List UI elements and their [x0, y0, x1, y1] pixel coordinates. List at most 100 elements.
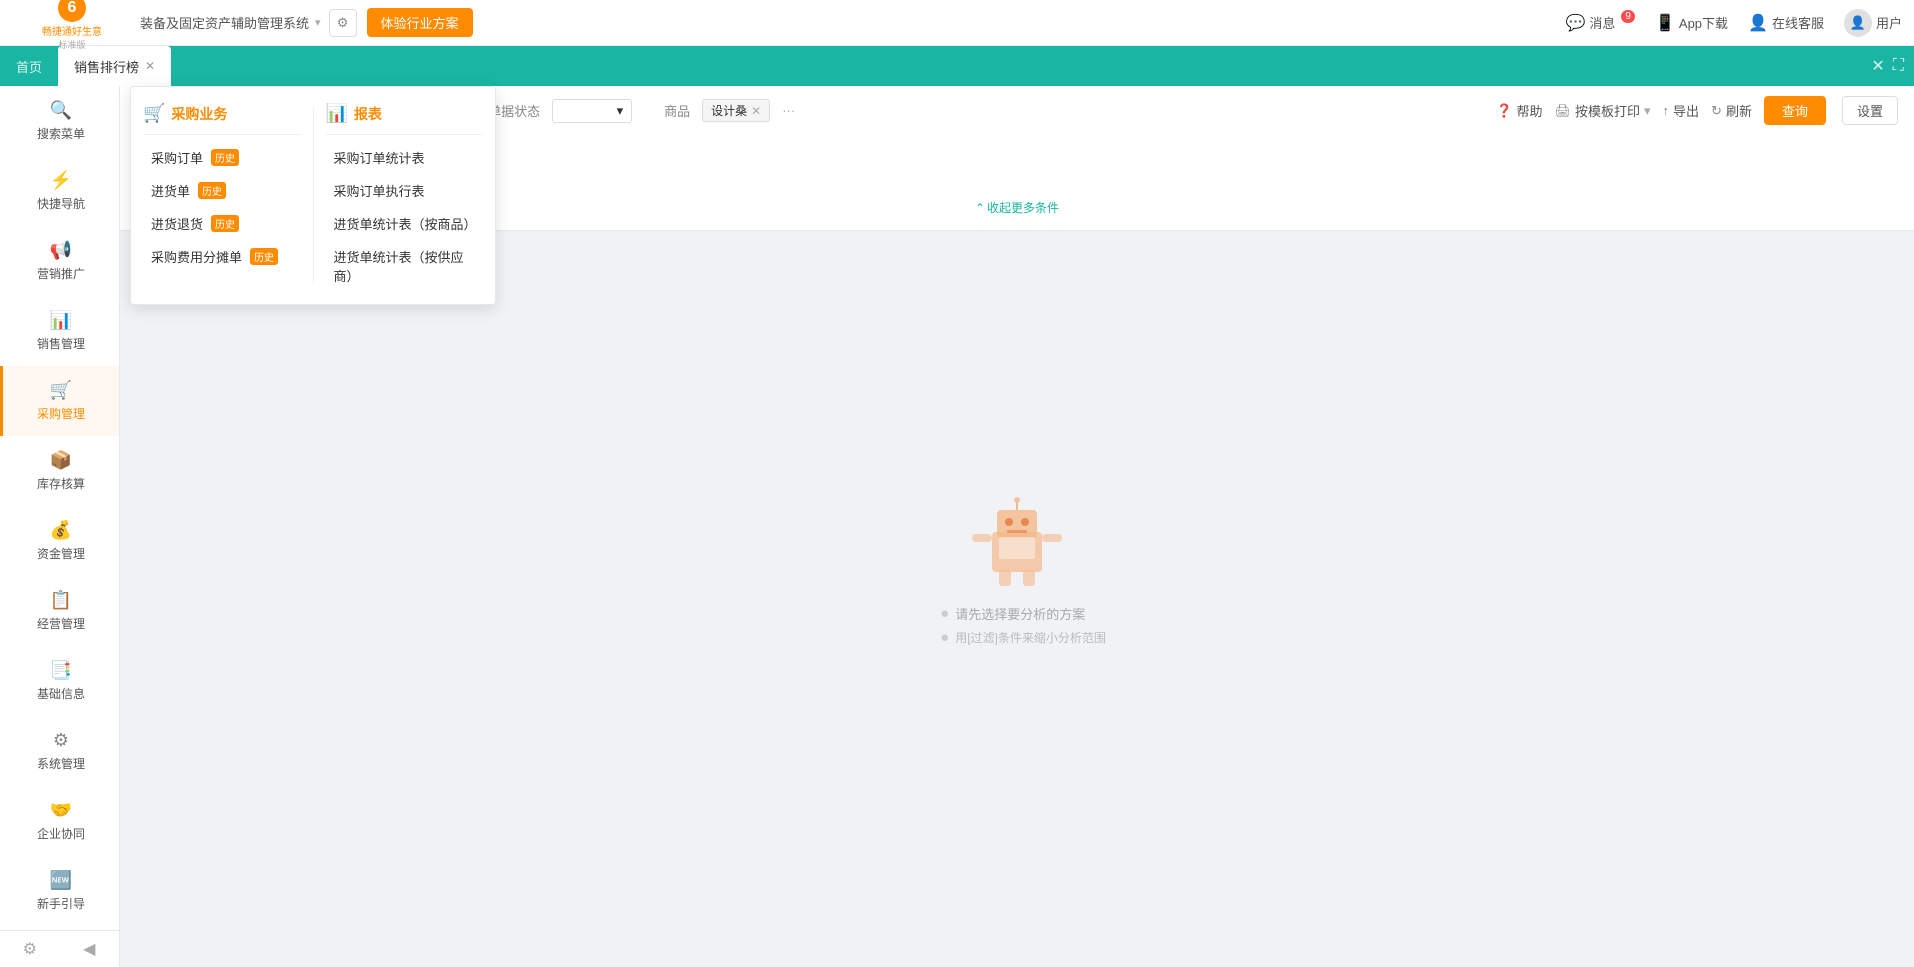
sidebar-item-guide[interactable]: 🆕 新手引导 [0, 856, 119, 926]
sidebar-item-marketing[interactable]: 📢 营销推广 [0, 226, 119, 296]
sidebar-item-basic-info[interactable]: 📑 基础信息 [0, 646, 119, 716]
sidebar-item-operation[interactable]: 📋 经营管理 [0, 576, 119, 646]
tab-close-btn[interactable]: ✕ [145, 59, 155, 73]
guide-icon: 🆕 [50, 870, 72, 891]
tab-home-label: 首页 [16, 57, 42, 76]
sidebar-inventory-label: 库存核算 [37, 475, 85, 492]
sidebar-item-system[interactable]: ⚙ 系统管理 [0, 716, 119, 786]
goods-more-btn[interactable]: ··· [782, 103, 795, 118]
capital-icon: 💰 [50, 520, 72, 541]
dropdown-item-purchase-receipt[interactable]: 进货单 历史 [143, 174, 301, 207]
export-btn[interactable]: ↑ 导出 [1663, 101, 1700, 120]
order-stat-label: 采购订单统计表 [334, 148, 425, 167]
purchase-return-history-badge: 历史 [211, 215, 239, 232]
purchase-receipt-label: 进货单 [151, 181, 190, 200]
empty-tip-2-text: 用[过滤]条件来缩小分析范围 [955, 629, 1106, 646]
sidebar-item-capital[interactable]: 💰 资金管理 [0, 506, 119, 576]
system-name-chevron[interactable]: ▾ [315, 16, 321, 29]
print-label: 按模板打印 [1575, 101, 1640, 120]
message-label: 消息 [1589, 13, 1615, 32]
receipt-stat-supplier-label: 进货单统计表（按供应商） [334, 247, 476, 285]
purchase-expense-history-badge: 历史 [250, 248, 278, 265]
dropdown-item-order-stat[interactable]: 采购订单统计表 [326, 141, 484, 174]
dropdown-item-receipt-stat-supplier[interactable]: 进货单统计表（按供应商） [326, 240, 484, 292]
sidebar-item-purchase[interactable]: 🛒 采购管理 [0, 366, 119, 436]
dropdown-report-title: 📊 报表 [326, 99, 484, 135]
logo-icon: 6 [58, 0, 86, 22]
avatar: 👤 [1844, 9, 1872, 37]
sidebar-item-search[interactable]: 🔍 搜索菜单 [0, 86, 119, 156]
tab-bar-right: ✕ ⛶ [1871, 56, 1914, 76]
receipt-stat-goods-label: 进货单统计表（按商品） [334, 214, 476, 233]
sidebar-enterprise-label: 企业协同 [37, 825, 85, 842]
sidebar-item-sales[interactable]: 📊 销售管理 [0, 296, 119, 366]
user-label: 用户 [1876, 13, 1902, 32]
sidebar-marketing-label: 营销推广 [37, 265, 85, 282]
industry-btn[interactable]: 体验行业方案 [367, 8, 473, 37]
dropdown-item-order-exec[interactable]: 采购订单执行表 [326, 174, 484, 207]
refresh-icon: ↻ [1711, 103, 1722, 119]
help-label: 帮助 [1516, 101, 1542, 120]
settings-btn[interactable]: ⚙ [329, 9, 357, 37]
message-btn[interactable]: 💬 消息 9 [1565, 13, 1635, 33]
empty-tip-1: ● 请先选择要分析的方案 [940, 604, 1085, 623]
sidebar-quicknav-label: 快捷导航 [37, 195, 85, 212]
dropdown-item-purchase-expense[interactable]: 采购费用分摊单 历史 [143, 240, 301, 273]
purchase-dropdown: 🛒 采购业务 采购订单 历史 进货单 历史 进货退货 历史 采购费用分摊单 历史… [130, 86, 496, 305]
purchase-order-history-badge: 历史 [211, 149, 239, 166]
empty-illustration [957, 492, 1077, 592]
logo-text: 畅捷通好生意 [42, 23, 102, 38]
inventory-icon: 📦 [50, 450, 72, 471]
collapse-arrow-icon: ⌃ [975, 201, 985, 215]
empty-tip-1-text: 请先选择要分析的方案 [955, 604, 1085, 623]
marketing-icon: 📢 [50, 240, 72, 261]
bill-status-select[interactable]: ▾ [552, 99, 632, 123]
sidebar-collapse-btn[interactable]: ◀ [60, 939, 120, 959]
sidebar-bottom: ⚙ ◀ [0, 930, 119, 967]
mobile-icon: 📱 [1655, 13, 1675, 33]
user-btn[interactable]: 👤 用户 [1844, 9, 1902, 37]
set-btn[interactable]: 设置 [1842, 96, 1898, 125]
dropdown-item-receipt-stat-goods[interactable]: 进货单统计表（按商品） [326, 207, 484, 240]
app-download-btn[interactable]: 📱 App下载 [1655, 13, 1728, 33]
toolbar-right-actions: ❓ 帮助 🖨 按模板打印 ▾ ↑ 导出 ↻ 刷新 [1496, 96, 1898, 125]
purchase-col-icon: 🛒 [143, 103, 165, 124]
order-exec-label: 采购订单执行表 [334, 181, 425, 200]
sales-icon: 📊 [50, 310, 72, 331]
print-btn[interactable]: 🖨 按模板打印 ▾ [1554, 101, 1650, 120]
sidebar-settings-btn[interactable]: ⚙ [0, 939, 60, 959]
purchase-expense-label: 采购费用分摊单 [151, 247, 242, 266]
help-btn[interactable]: ❓ 帮助 [1496, 101, 1542, 120]
sidebar-system-label: 系统管理 [37, 755, 85, 772]
enterprise-icon: 🤝 [50, 800, 72, 821]
operation-icon: 📋 [50, 590, 72, 611]
dropdown-purchase-col: 🛒 采购业务 采购订单 历史 进货单 历史 进货退货 历史 采购费用分摊单 历史 [131, 99, 313, 292]
collapse-label: 收起更多条件 [987, 199, 1059, 216]
maximize-btn[interactable]: ⛶ [1893, 57, 1904, 75]
dropdown-item-purchase-order[interactable]: 采购订单 历史 [143, 141, 301, 174]
system-name: 装备及固定资产辅助管理系统 ▾ [140, 13, 321, 32]
system-icon: ⚙ [53, 730, 69, 751]
online-service-btn[interactable]: 👤 在线客服 [1748, 13, 1824, 33]
empty-state: ● 请先选择要分析的方案 ● 用[过滤]条件来缩小分析范围 [120, 231, 1914, 967]
collapse-btn[interactable]: ⌃ 收起更多条件 [975, 199, 1059, 216]
sidebar-basicinfo-label: 基础信息 [37, 685, 85, 702]
sidebar-operation-label: 经营管理 [37, 615, 85, 632]
query-btn[interactable]: 查询 [1764, 96, 1826, 125]
dropdown-item-purchase-return[interactable]: 进货退货 历史 [143, 207, 301, 240]
close-window-btn[interactable]: ✕ [1871, 56, 1884, 76]
goods-tag-remove[interactable]: ✕ [751, 104, 761, 118]
logo-sub: 标准版 [58, 38, 85, 51]
tab-home[interactable]: 首页 [0, 46, 58, 86]
message-badge: 9 [1621, 10, 1635, 23]
top-header: 6 畅捷通好生意 标准版 装备及固定资产辅助管理系统 ▾ ⚙ 体验行业方案 💬 … [0, 0, 1914, 46]
refresh-btn[interactable]: ↻ 刷新 [1711, 101, 1752, 120]
system-name-text: 装备及固定资产辅助管理系统 [140, 13, 309, 32]
sidebar-item-quick-nav[interactable]: ⚡ 快捷导航 [0, 156, 119, 226]
empty-tip-2: ● 用[过滤]条件来缩小分析范围 [940, 629, 1106, 646]
tab-sales-rank[interactable]: 销售排行榜 ✕ [58, 46, 171, 86]
sidebar-item-enterprise[interactable]: 🤝 企业协同 [0, 786, 119, 856]
purchase-receipt-history-badge: 历史 [198, 182, 226, 199]
sidebar: 🔍 搜索菜单 ⚡ 快捷导航 📢 营销推广 📊 销售管理 🛒 采购管理 📦 库存核… [0, 86, 120, 967]
sidebar-item-inventory[interactable]: 📦 库存核算 [0, 436, 119, 506]
